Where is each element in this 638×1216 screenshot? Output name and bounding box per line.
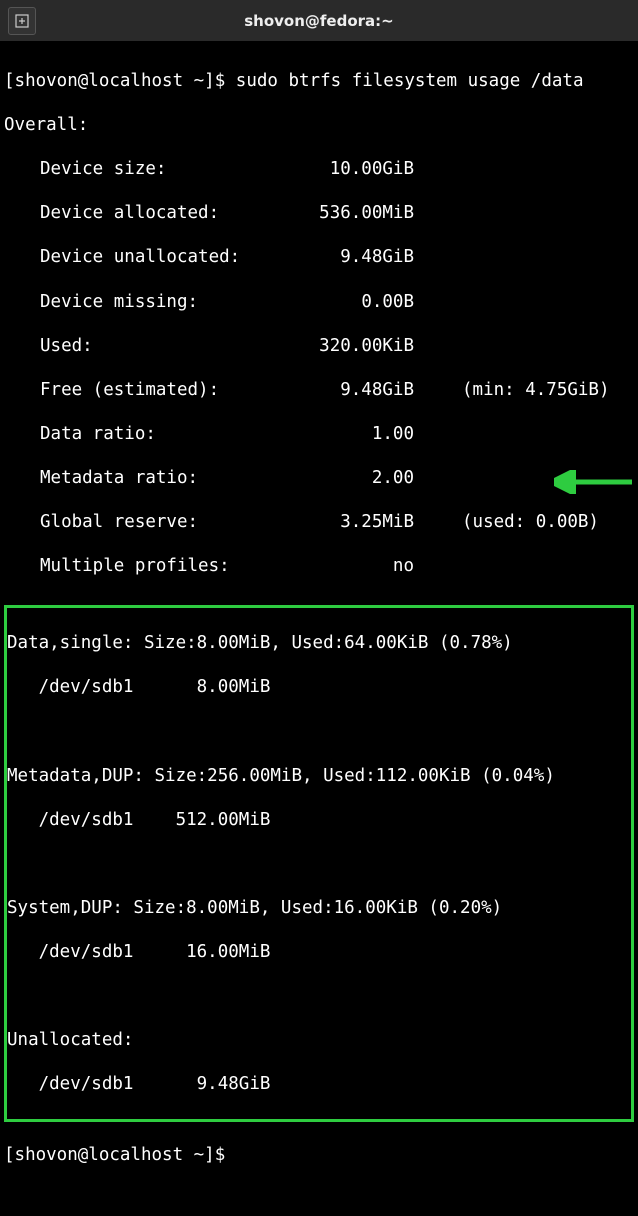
stat-value: 1.00 [244,423,414,445]
data-device-line: /dev/sdb1 8.00MiB [7,676,631,698]
metadata-section-header: Metadata,DUP: Size:256.00MiB, Used:112.0… [7,765,631,787]
system-device-line: /dev/sdb1 16.00MiB [7,941,631,963]
stat-label: Multiple profiles: [4,555,244,577]
plus-box-icon [15,14,29,28]
command-line-2: [shovon@localhost ~]$ [4,1144,634,1166]
blank-line [7,720,631,742]
stat-row: Device allocated:536.00MiB [4,202,634,224]
stat-row: Device missing:0.00B [4,291,634,313]
blank-line [7,853,631,875]
command-line: [shovon@localhost ~]$ sudo btrfs filesys… [4,70,634,92]
stat-value: 536.00MiB [244,202,414,224]
metadata-device-line: /dev/sdb1 512.00MiB [7,809,631,831]
highlighted-section: Data,single: Size:8.00MiB, Used:64.00KiB… [4,605,634,1122]
stat-value: 3.25MiB [244,511,414,533]
system-section-header: System,DUP: Size:8.00MiB, Used:16.00KiB … [7,897,631,919]
stat-value: 10.00GiB [244,158,414,180]
stat-extra [414,423,462,445]
stat-row: Device unallocated:9.48GiB [4,246,634,268]
stat-label: Device missing: [4,291,244,313]
stat-row: Used:320.00KiB [4,335,634,357]
command-text: sudo btrfs filesystem usage /data [236,71,584,91]
stat-row: Data ratio:1.00 [4,423,634,445]
stat-value: 9.48GiB [244,379,414,401]
stat-value: 320.00KiB [244,335,414,357]
stat-row: Device size:10.00GiB [4,158,634,180]
stat-value: 0.00B [244,291,414,313]
stat-label: Free (estimated): [4,379,244,401]
new-tab-button[interactable] [8,7,36,35]
unallocated-section-header: Unallocated: [7,1029,631,1051]
stat-label: Device unallocated: [4,246,244,268]
stat-extra [414,467,462,489]
stat-extra [414,555,462,577]
shell-prompt: [shovon@localhost ~]$ [4,71,236,91]
window-title: shovon@fedora:~ [36,12,602,30]
stat-label: Metadata ratio: [4,467,244,489]
stat-extra: (min: 4.75GiB) [414,379,610,401]
data-section-header: Data,single: Size:8.00MiB, Used:64.00KiB… [7,632,631,654]
stat-label: Data ratio: [4,423,244,445]
stat-label: Device allocated: [4,202,244,224]
shell-prompt: [shovon@localhost ~]$ [4,1145,236,1165]
stat-label: Global reserve: [4,511,244,533]
stat-row: Global reserve:3.25MiB(used: 0.00B) [4,511,634,533]
stat-extra [414,246,462,268]
unallocated-device-line: /dev/sdb1 9.48GiB [7,1073,631,1095]
blank-line [7,985,631,1007]
stat-extra [414,202,462,224]
stat-row: Free (estimated):9.48GiB(min: 4.75GiB) [4,379,634,401]
stat-extra [414,291,462,313]
stat-value: 2.00 [244,467,414,489]
arrow-icon [554,470,634,494]
stat-extra [414,335,462,357]
stat-extra [414,158,462,180]
stat-extra: (used: 0.00B) [414,511,599,533]
stat-value: no [244,555,414,577]
stat-label: Used: [4,335,244,357]
window-titlebar: shovon@fedora:~ [0,0,638,42]
stat-label: Device size: [4,158,244,180]
terminal-output[interactable]: [shovon@localhost ~]$ sudo btrfs filesys… [0,42,638,1216]
overall-header: Overall: [4,114,634,136]
stat-row: Multiple profiles:no [4,555,634,577]
stat-value: 9.48GiB [244,246,414,268]
stat-row: Metadata ratio:2.00 [4,467,634,489]
